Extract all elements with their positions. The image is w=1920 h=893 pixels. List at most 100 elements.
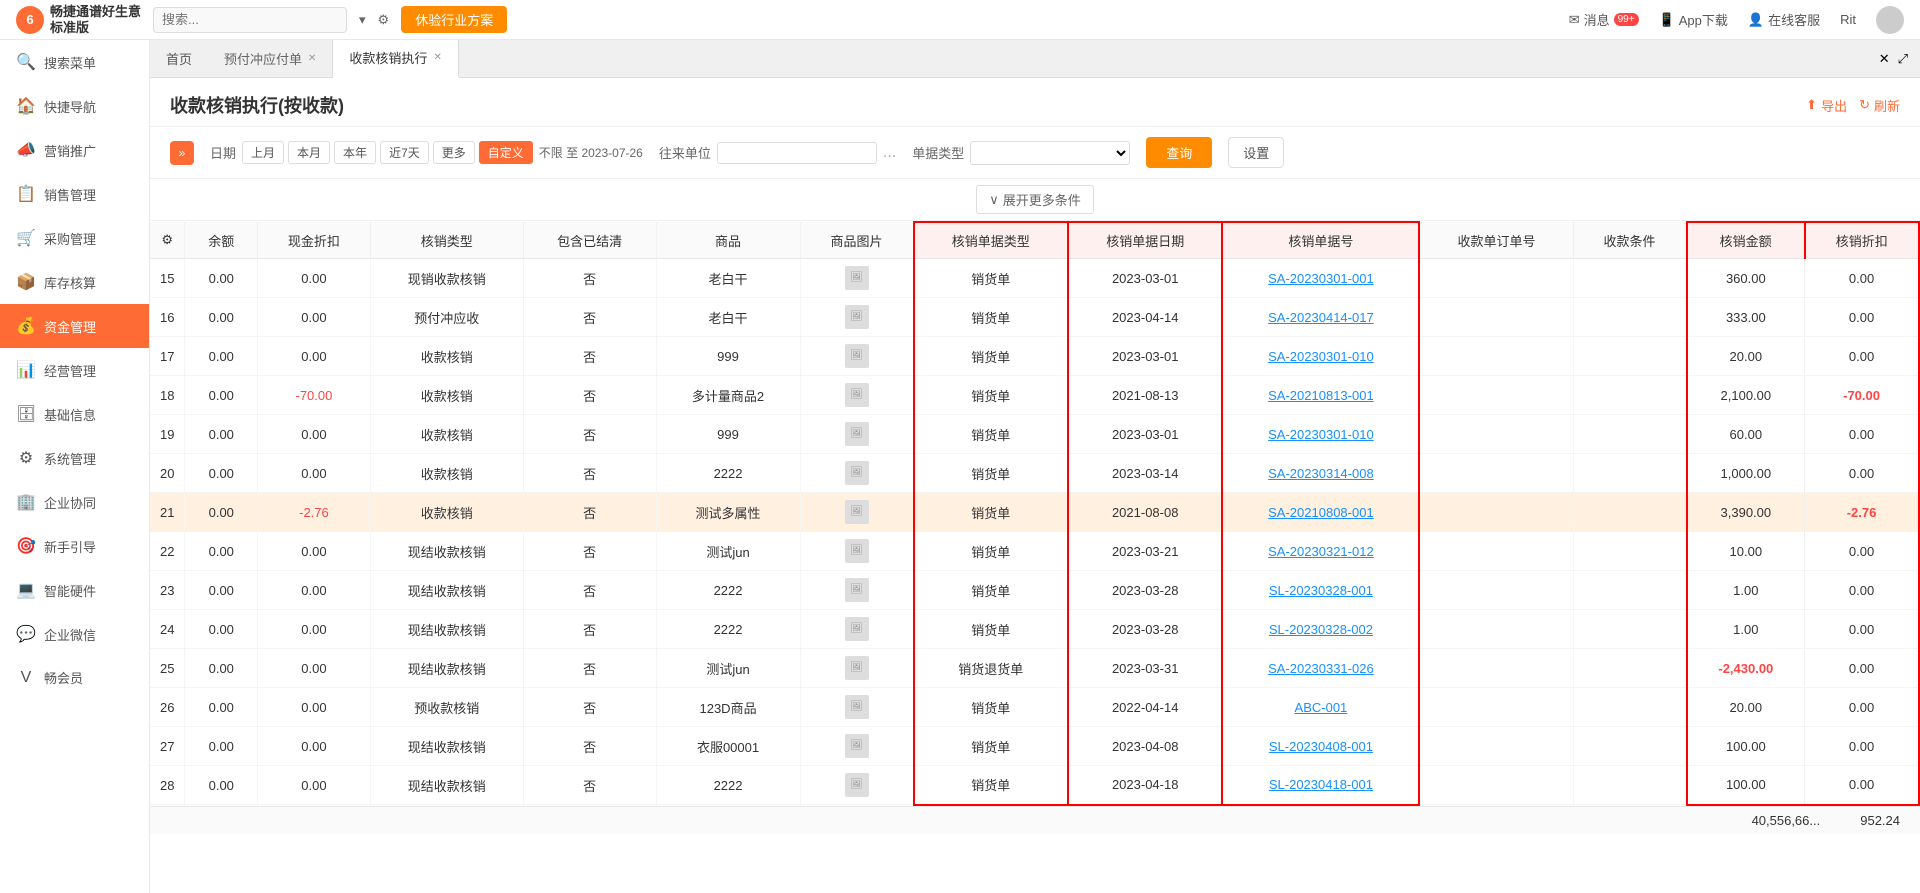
date-btn-this-year[interactable]: 本年 bbox=[334, 141, 376, 164]
cell-write-off-amount: 1.00 bbox=[1687, 571, 1805, 610]
cell-write-off-no[interactable]: SL-20230418-001 bbox=[1222, 766, 1419, 805]
sidebar-item-quick-nav[interactable]: 🏠 快捷导航 bbox=[0, 84, 149, 128]
system-icon: ⚙ bbox=[16, 448, 36, 468]
cell-goods: 123D商品 bbox=[656, 688, 800, 727]
cell-cash-discount: 0.00 bbox=[258, 298, 371, 337]
date-btn-last-7-days[interactable]: 近7天 bbox=[380, 141, 429, 164]
cell-row-num: 27 bbox=[150, 727, 185, 766]
cell-write-off-no[interactable]: SL-20230408-001 bbox=[1222, 727, 1419, 766]
cell-write-off-doc-type: 销货单 bbox=[914, 766, 1068, 805]
cell-write-off-type: 现结收款核销 bbox=[370, 532, 523, 571]
sidebar-item-enterprise[interactable]: 🏢 企业协同 bbox=[0, 480, 149, 524]
cell-include-settled: 否 bbox=[523, 415, 656, 454]
cell-write-off-no[interactable]: SA-20230301-010 bbox=[1222, 415, 1419, 454]
filter-expand-btn[interactable]: » bbox=[170, 141, 194, 165]
app-download-btn[interactable]: 📱 App下载 bbox=[1659, 10, 1728, 29]
col-settings[interactable]: ⚙ bbox=[150, 222, 185, 259]
table-container[interactable]: ⚙ 余额 现金折扣 核销类型 包含已结清 商品 商品图片 核销单据类型 核销单据… bbox=[150, 221, 1920, 893]
tab-close-prepay[interactable]: ✕ bbox=[308, 53, 316, 64]
cell-row-num: 19 bbox=[150, 415, 185, 454]
col-receipt-condition: 收款条件 bbox=[1573, 222, 1687, 259]
sidebar-item-sales[interactable]: 📋 销售管理 bbox=[0, 172, 149, 216]
cell-write-off-no[interactable]: SL-20230328-002 bbox=[1222, 610, 1419, 649]
tab-close-all-icon[interactable]: ✕ bbox=[1879, 51, 1890, 67]
col-goods-img: 商品图片 bbox=[800, 222, 914, 259]
cell-row-num: 16 bbox=[150, 298, 185, 337]
sidebar-item-marketing[interactable]: 📣 营销推广 bbox=[0, 128, 149, 172]
sidebar-item-guide[interactable]: 🎯 新手引导 bbox=[0, 524, 149, 568]
cell-balance: 0.00 bbox=[185, 532, 258, 571]
search-input[interactable] bbox=[153, 7, 347, 33]
cell-receipt-order-no bbox=[1419, 415, 1573, 454]
sidebar-item-basic[interactable]: 🗄 基础信息 bbox=[0, 392, 149, 436]
cell-write-off-no[interactable]: SA-20230301-001 bbox=[1222, 259, 1419, 298]
sidebar-item-hardware[interactable]: 💻 智能硬件 bbox=[0, 568, 149, 612]
gear-icon[interactable]: ⚙ bbox=[378, 12, 390, 28]
cell-write-off-no[interactable]: SA-20230331-026 bbox=[1222, 649, 1419, 688]
tab-receipt[interactable]: 收款核销执行 ✕ bbox=[333, 40, 458, 78]
sidebar-item-member[interactable]: V 畅会员 bbox=[0, 656, 149, 699]
avatar[interactable] bbox=[1876, 6, 1904, 34]
cell-write-off-no[interactable]: SA-20210808-001 bbox=[1222, 493, 1419, 532]
date-btn-more[interactable]: 更多 bbox=[433, 141, 475, 164]
voucher-type-select[interactable] bbox=[970, 141, 1130, 165]
main-layout: 🔍 搜索菜单 🏠 快捷导航 📣 营销推广 📋 销售管理 🛒 采购管理 📦 库存核… bbox=[0, 40, 1920, 893]
page-title: 收款核销执行(按收款) bbox=[170, 92, 344, 118]
date-btn-last-month[interactable]: 上月 bbox=[242, 141, 284, 164]
cell-row-num: 28 bbox=[150, 766, 185, 805]
tab-maximize-icon[interactable]: ⤢ bbox=[1898, 51, 1908, 67]
cell-include-settled: 否 bbox=[523, 259, 656, 298]
sidebar-item-wechat[interactable]: 💬 企业微信 bbox=[0, 612, 149, 656]
sidebar-item-operations[interactable]: 📊 经营管理 bbox=[0, 348, 149, 392]
message-btn[interactable]: ✉ 消息 99+ bbox=[1569, 10, 1639, 29]
export-btn[interactable]: ⬆ 导出 bbox=[1806, 96, 1847, 115]
cell-write-off-no[interactable]: SA-20230414-017 bbox=[1222, 298, 1419, 337]
col-write-off-no: 核销单据号 bbox=[1222, 222, 1419, 259]
sidebar-item-system[interactable]: ⚙ 系统管理 bbox=[0, 436, 149, 480]
cell-goods: 2222 bbox=[656, 454, 800, 493]
industry-btn[interactable]: 休验行业方案 bbox=[401, 6, 507, 33]
sidebar-item-finance[interactable]: 💰 资金管理 bbox=[0, 304, 149, 348]
enterprise-icon: 🏢 bbox=[16, 492, 36, 512]
tab-prepay[interactable]: 预付冲应付单 ✕ bbox=[208, 40, 333, 78]
cell-goods-img: 🖼 bbox=[800, 259, 914, 298]
expand-more-btn[interactable]: ∨ 展开更多条件 bbox=[976, 185, 1094, 214]
cell-write-off-no[interactable]: SA-20210813-001 bbox=[1222, 376, 1419, 415]
cell-receipt-order-no bbox=[1419, 532, 1573, 571]
date-btn-this-month[interactable]: 本月 bbox=[288, 141, 330, 164]
tab-home[interactable]: 首页 bbox=[150, 40, 208, 78]
cell-cash-discount: 0.00 bbox=[258, 571, 371, 610]
cell-row-num: 15 bbox=[150, 259, 185, 298]
cell-include-settled: 否 bbox=[523, 493, 656, 532]
cell-write-off-date: 2023-04-14 bbox=[1068, 298, 1222, 337]
sidebar: 🔍 搜索菜单 🏠 快捷导航 📣 营销推广 📋 销售管理 🛒 采购管理 📦 库存核… bbox=[0, 40, 150, 893]
settings-btn[interactable]: 设置 bbox=[1228, 137, 1284, 168]
cell-write-off-no[interactable]: SA-20230314-008 bbox=[1222, 454, 1419, 493]
cell-goods-img: 🖼 bbox=[800, 649, 914, 688]
cell-balance: 0.00 bbox=[185, 298, 258, 337]
date-btn-custom[interactable]: 自定义 bbox=[479, 141, 533, 164]
query-btn[interactable]: 查询 bbox=[1146, 137, 1212, 168]
cell-write-off-type: 收款核销 bbox=[370, 415, 523, 454]
tab-close-receipt[interactable]: ✕ bbox=[433, 52, 441, 63]
cell-receipt-condition bbox=[1573, 493, 1687, 532]
sidebar-item-purchase[interactable]: 🛒 采购管理 bbox=[0, 216, 149, 260]
online-service-btn[interactable]: 👤 在线客服 bbox=[1748, 10, 1820, 29]
dropdown-btn[interactable]: ▾ bbox=[359, 12, 366, 28]
cell-write-off-no[interactable]: SA-20230301-010 bbox=[1222, 337, 1419, 376]
col-write-off-amount: 核销金额 bbox=[1687, 222, 1805, 259]
user-name[interactable]: Rit bbox=[1840, 12, 1856, 27]
cell-write-off-no[interactable]: SA-20230321-012 bbox=[1222, 532, 1419, 571]
sidebar-item-search[interactable]: 🔍 搜索菜单 bbox=[0, 40, 149, 84]
cell-write-off-no[interactable]: SL-20230328-001 bbox=[1222, 571, 1419, 610]
cell-receipt-order-no bbox=[1419, 727, 1573, 766]
counterpart-input[interactable] bbox=[717, 142, 877, 164]
tabs-bar: 首页 预付冲应付单 ✕ 收款核销执行 ✕ ✕ ⤢ bbox=[150, 40, 1920, 78]
cell-write-off-no[interactable]: ABC-001 bbox=[1222, 688, 1419, 727]
cell-receipt-order-no bbox=[1419, 610, 1573, 649]
cell-balance: 0.00 bbox=[185, 610, 258, 649]
refresh-btn[interactable]: ↻ 刷新 bbox=[1859, 96, 1900, 115]
filter-bar: » 日期 上月 本月 本年 近7天 更多 自定义 不限 至 2023-07-26… bbox=[150, 127, 1920, 179]
page-header: 收款核销执行(按收款) ⬆ 导出 ↻ 刷新 bbox=[150, 78, 1920, 127]
sidebar-item-inventory[interactable]: 📦 库存核算 bbox=[0, 260, 149, 304]
